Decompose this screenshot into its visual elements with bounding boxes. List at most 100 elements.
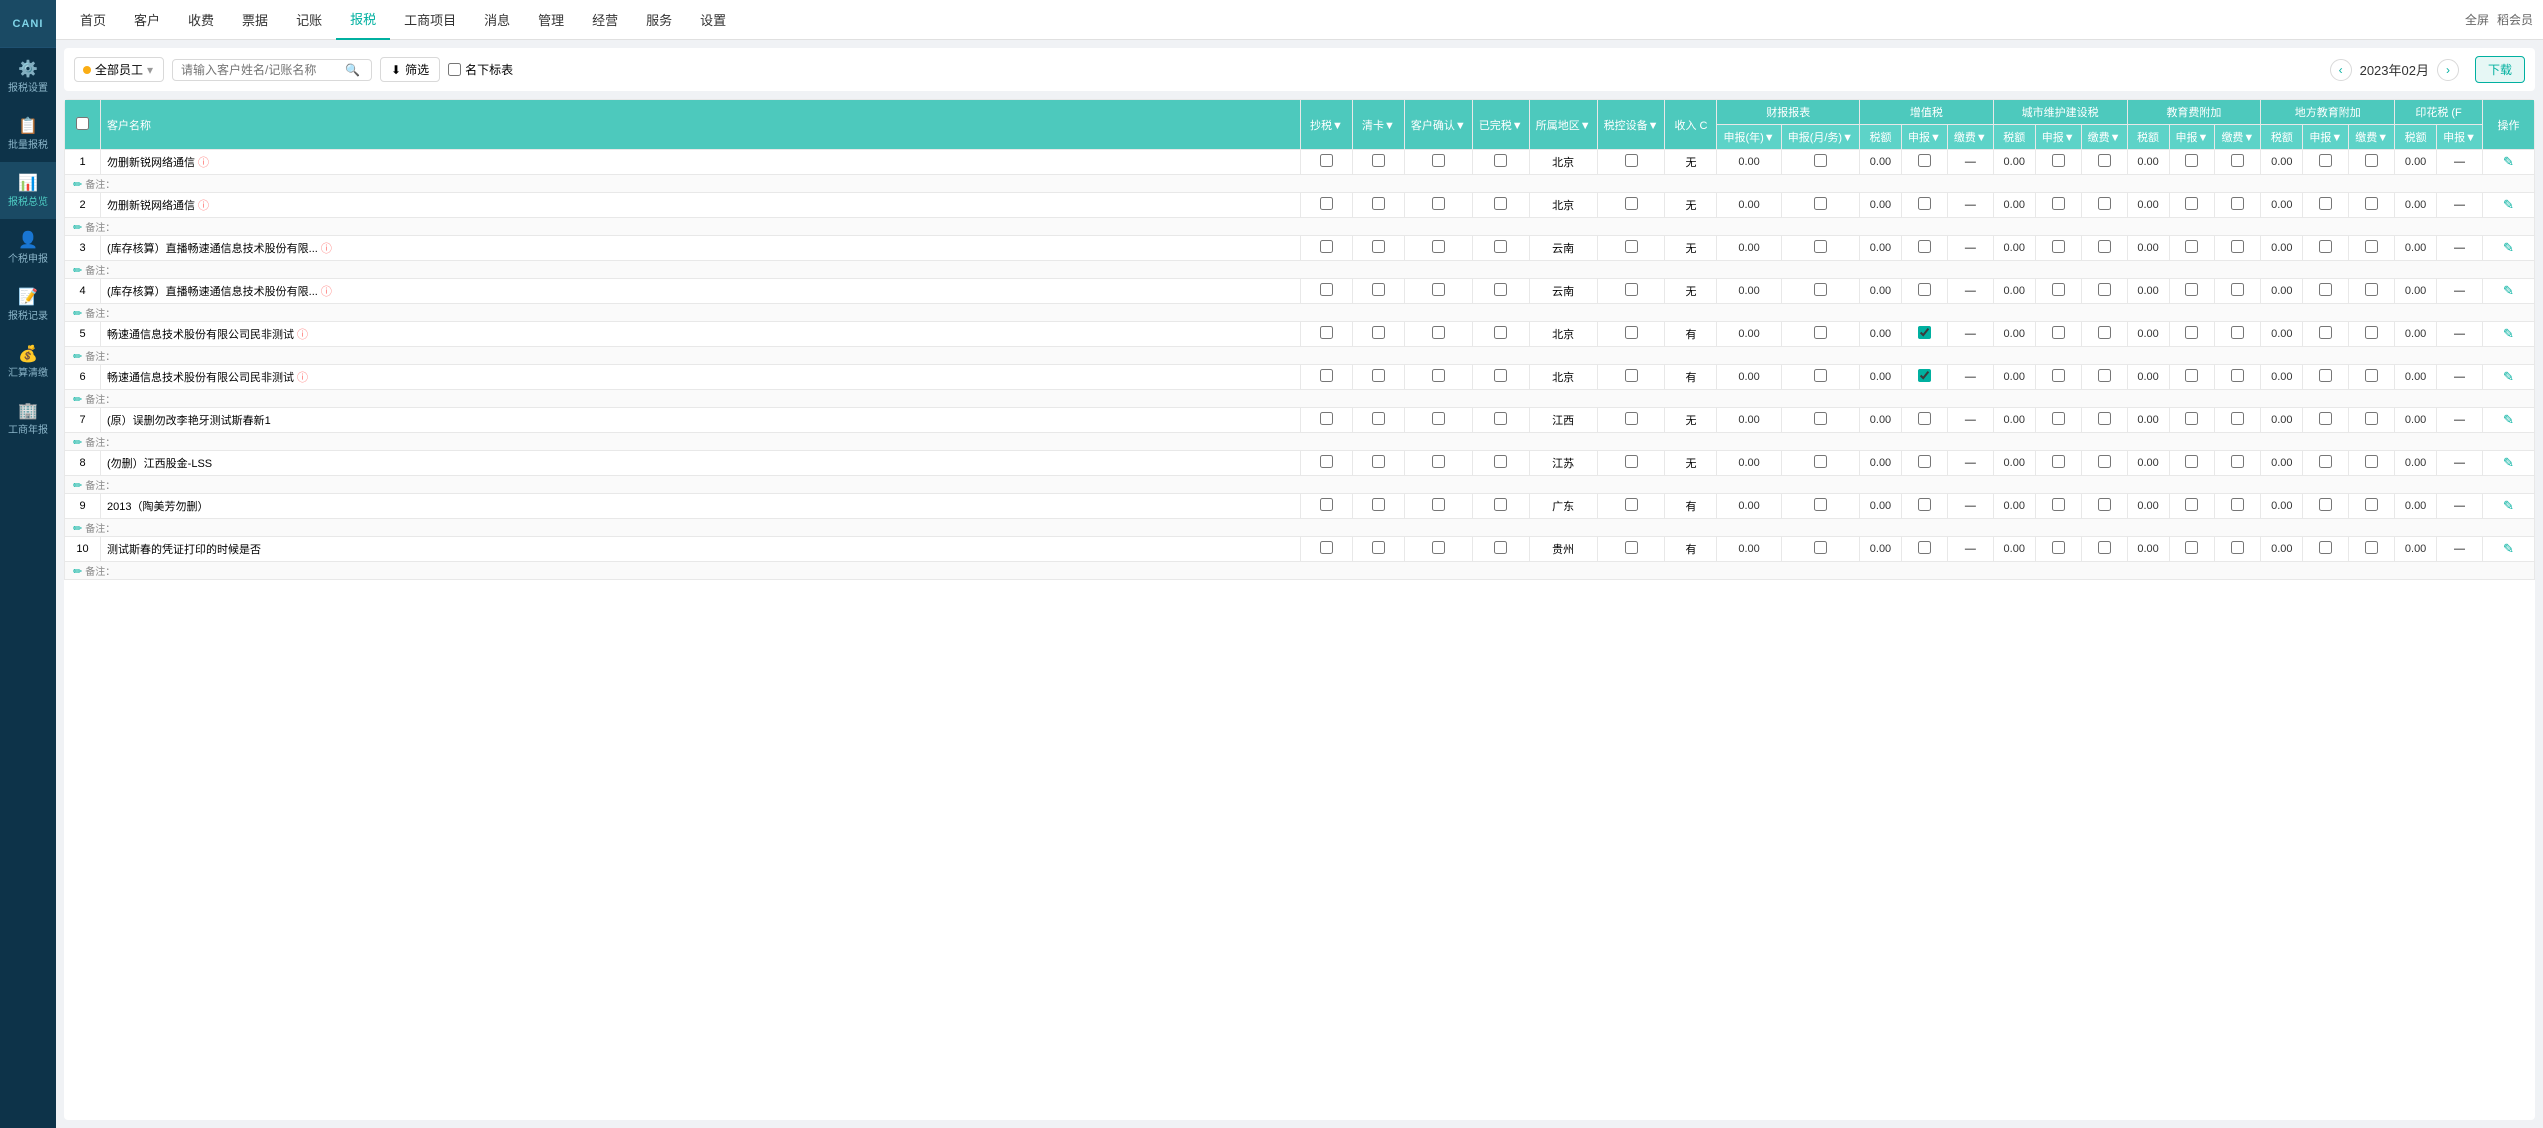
edu-declare-cb[interactable]: [2185, 455, 2198, 468]
paid-cb[interactable]: [1494, 541, 1507, 554]
row-tax-device[interactable]: [1597, 236, 1665, 261]
row-city-waive[interactable]: [2081, 365, 2127, 390]
confirm-cb[interactable]: [1432, 283, 1445, 296]
row-clear-card[interactable]: [1352, 494, 1404, 519]
row-paid[interactable]: [1472, 451, 1529, 476]
row-city-waive[interactable]: [2081, 150, 2127, 175]
local-declare-cb[interactable]: [2319, 240, 2332, 253]
local-waive-cb[interactable]: [2365, 498, 2378, 511]
row-vat-declare-cb[interactable]: [1901, 494, 1947, 519]
tax-device-cb[interactable]: [1625, 412, 1638, 425]
tax-copy-cb[interactable]: [1320, 240, 1333, 253]
name-label-checkbox[interactable]: 名下标表: [448, 61, 513, 78]
paid-cb[interactable]: [1494, 455, 1507, 468]
row-confirm[interactable]: [1404, 408, 1472, 433]
row-edu-waive[interactable]: [2215, 451, 2261, 476]
vat-declare-cb[interactable]: [1918, 197, 1931, 210]
row-city-declare-cb[interactable]: [2035, 365, 2081, 390]
search-icon[interactable]: 🔍: [345, 63, 360, 77]
row-financial-month-cb[interactable]: [1781, 494, 1859, 519]
row-financial-month-cb[interactable]: [1781, 365, 1859, 390]
row-edu-declare-cb[interactable]: [2169, 279, 2215, 304]
tax-copy-cb[interactable]: [1320, 154, 1333, 167]
row-city-declare-cb[interactable]: [2035, 236, 2081, 261]
row-tax-copy[interactable]: [1300, 150, 1352, 175]
row-paid[interactable]: [1472, 193, 1529, 218]
fin-month-cb[interactable]: [1814, 326, 1827, 339]
row-edu-declare-cb[interactable]: [2169, 150, 2215, 175]
row-paid[interactable]: [1472, 322, 1529, 347]
edit-icon[interactable]: ✎: [2503, 197, 2514, 212]
local-declare-cb[interactable]: [2319, 369, 2332, 382]
row-tax-copy[interactable]: [1300, 408, 1352, 433]
sidebar-item-individual-tax[interactable]: 👤 个税申报: [0, 219, 56, 276]
edit-icon[interactable]: ✎: [2503, 412, 2514, 427]
row-financial-month-cb[interactable]: [1781, 408, 1859, 433]
row-local-declare-cb[interactable]: [2303, 322, 2349, 347]
edu-declare-cb[interactable]: [2185, 369, 2198, 382]
edu-declare-cb[interactable]: [2185, 498, 2198, 511]
edit-icon[interactable]: ✎: [2503, 541, 2514, 556]
city-declare-cb[interactable]: [2052, 412, 2065, 425]
city-waive-cb[interactable]: [2098, 369, 2111, 382]
row-vat-declare-cb[interactable]: [1901, 279, 1947, 304]
edu-declare-cb[interactable]: [2185, 541, 2198, 554]
row-local-waive[interactable]: [2349, 193, 2395, 218]
city-waive-cb[interactable]: [2098, 283, 2111, 296]
edu-declare-cb[interactable]: [2185, 326, 2198, 339]
city-waive-cb[interactable]: [2098, 197, 2111, 210]
local-waive-cb[interactable]: [2365, 369, 2378, 382]
row-financial-month-cb[interactable]: [1781, 236, 1859, 261]
edit-icon[interactable]: ✎: [2503, 326, 2514, 341]
edu-waive-cb[interactable]: [2231, 154, 2244, 167]
city-declare-cb[interactable]: [2052, 197, 2065, 210]
row-tax-copy[interactable]: [1300, 279, 1352, 304]
row-local-declare-cb[interactable]: [2303, 494, 2349, 519]
sidebar-item-tax-overview[interactable]: 📊 报税总览: [0, 162, 56, 219]
paid-cb[interactable]: [1494, 154, 1507, 167]
clear-card-cb[interactable]: [1372, 455, 1385, 468]
nav-business[interactable]: 工商项目: [390, 0, 470, 40]
city-waive-cb[interactable]: [2098, 412, 2111, 425]
row-city-waive[interactable]: [2081, 451, 2127, 476]
row-vat-declare-cb[interactable]: [1901, 451, 1947, 476]
row-edit-btn[interactable]: ✎: [2483, 451, 2535, 476]
row-vat-declare-cb[interactable]: [1901, 322, 1947, 347]
row-vat-declare-cb[interactable]: [1901, 193, 1947, 218]
edu-declare-cb[interactable]: [2185, 412, 2198, 425]
name-label-checkbox-input[interactable]: [448, 63, 461, 76]
row-vat-declare-cb[interactable]: [1901, 236, 1947, 261]
clear-card-cb[interactable]: [1372, 541, 1385, 554]
tax-copy-cb[interactable]: [1320, 326, 1333, 339]
row-local-waive[interactable]: [2349, 236, 2395, 261]
row-city-waive[interactable]: [2081, 193, 2127, 218]
row-local-waive[interactable]: [2349, 494, 2395, 519]
nav-message[interactable]: 消息: [470, 0, 524, 40]
row-tax-device[interactable]: [1597, 408, 1665, 433]
confirm-cb[interactable]: [1432, 326, 1445, 339]
row-confirm[interactable]: [1404, 236, 1472, 261]
row-edit-btn[interactable]: ✎: [2483, 408, 2535, 433]
row-tax-copy[interactable]: [1300, 365, 1352, 390]
row-clear-card[interactable]: [1352, 365, 1404, 390]
tax-device-cb[interactable]: [1625, 154, 1638, 167]
row-paid[interactable]: [1472, 279, 1529, 304]
row-tax-device[interactable]: [1597, 150, 1665, 175]
clear-card-cb[interactable]: [1372, 240, 1385, 253]
row-edit-btn[interactable]: ✎: [2483, 279, 2535, 304]
tax-device-cb[interactable]: [1625, 498, 1638, 511]
row-local-waive[interactable]: [2349, 150, 2395, 175]
confirm-cb[interactable]: [1432, 412, 1445, 425]
edit-icon[interactable]: ✎: [2503, 283, 2514, 298]
city-waive-cb[interactable]: [2098, 455, 2111, 468]
fin-month-cb[interactable]: [1814, 283, 1827, 296]
row-edu-declare-cb[interactable]: [2169, 408, 2215, 433]
row-confirm[interactable]: [1404, 537, 1472, 562]
edu-waive-cb[interactable]: [2231, 541, 2244, 554]
city-declare-cb[interactable]: [2052, 369, 2065, 382]
row-city-waive[interactable]: [2081, 537, 2127, 562]
edit-icon[interactable]: ✎: [2503, 498, 2514, 513]
nav-bookkeeping[interactable]: 记账: [282, 0, 336, 40]
row-edu-declare-cb[interactable]: [2169, 494, 2215, 519]
nav-operation[interactable]: 经营: [578, 0, 632, 40]
